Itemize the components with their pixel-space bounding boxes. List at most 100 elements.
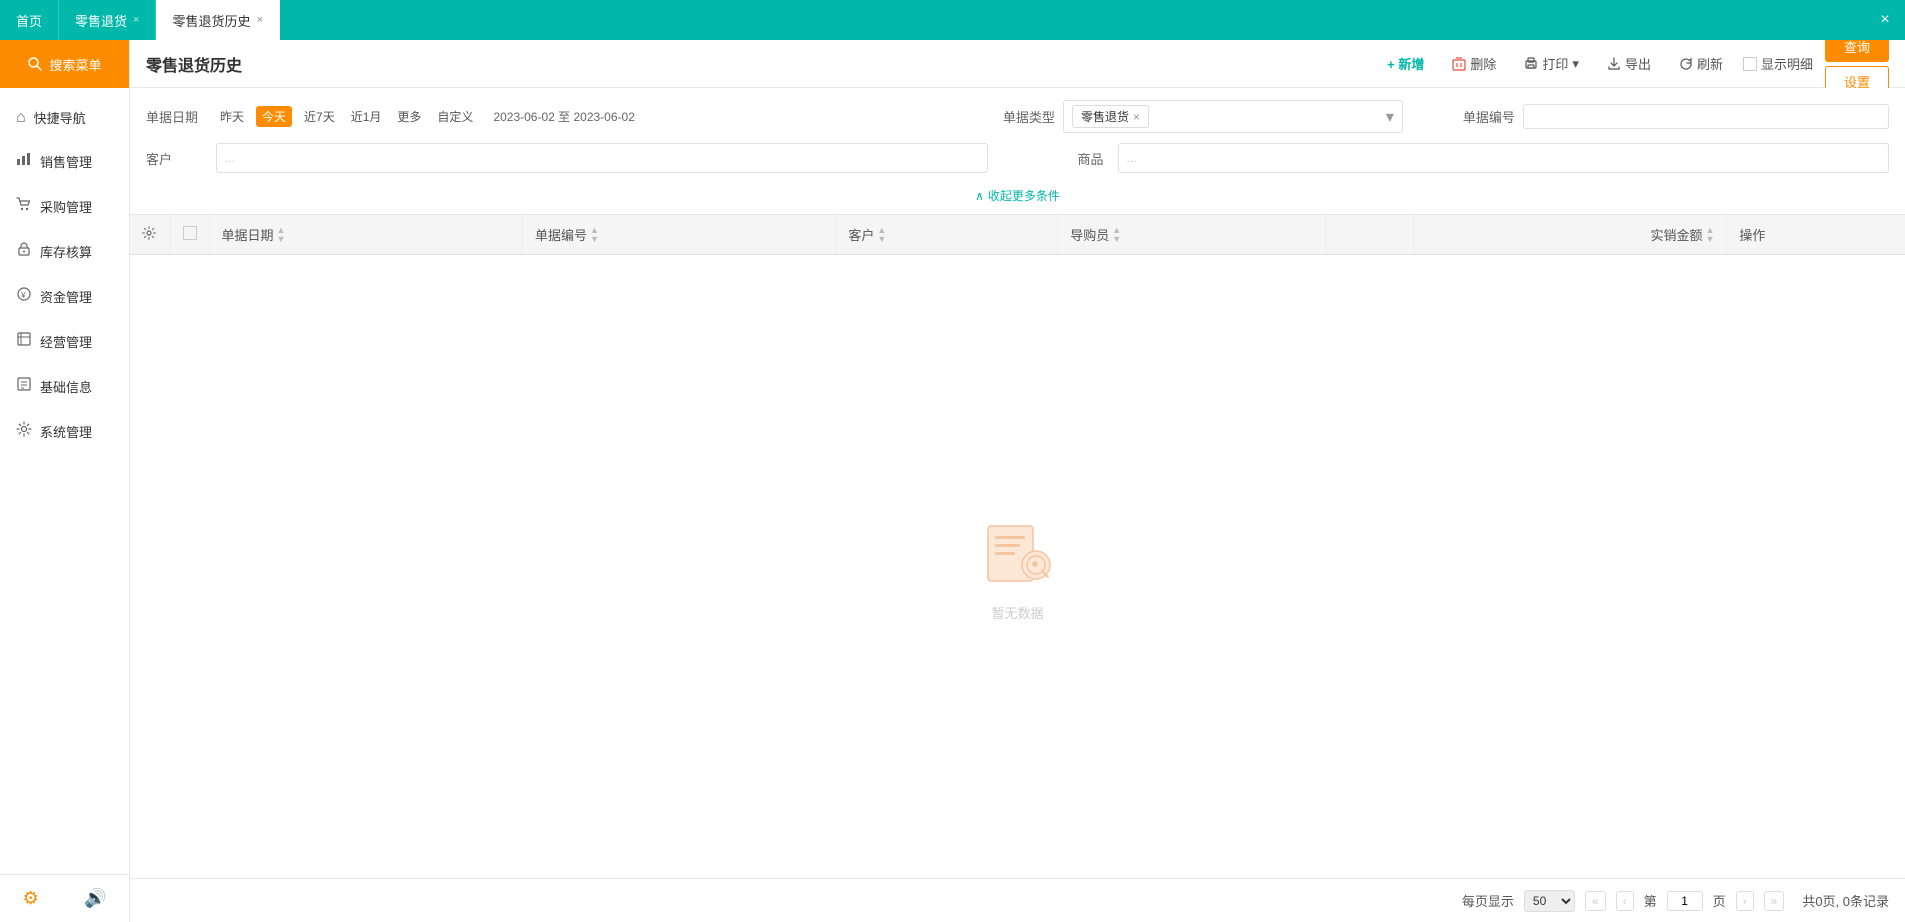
tab-return-label: 零售退货 <box>75 11 127 30</box>
number-filter-input[interactable] <box>1523 104 1889 129</box>
pagination-bar: 每页显示 50 20 100 200 « ‹ 第 页 › » 共0页, 0条记录 <box>130 878 1905 922</box>
date-option-yesterday[interactable]: 昨天 <box>216 106 248 127</box>
per-page-select[interactable]: 50 20 100 200 <box>1524 890 1575 912</box>
th-customer-sort[interactable]: 客户 ▲▼ <box>848 225 886 244</box>
collapse-label: 收起更多条件 <box>988 187 1060 204</box>
delete-icon <box>1452 57 1466 71</box>
page-label: 第 <box>1644 891 1657 910</box>
first-page-button[interactable]: « <box>1585 891 1606 911</box>
th-number: 单据编号 ▲▼ <box>522 215 835 255</box>
last-page-button[interactable]: » <box>1764 891 1785 911</box>
sidebar-item-purchase-mgmt[interactable]: 采购管理 <box>0 184 129 229</box>
customer-filter-input[interactable]: ... <box>216 143 988 173</box>
type-tag: 零售退货 × <box>1072 105 1149 128</box>
delete-label: 删除 <box>1470 54 1496 73</box>
new-button[interactable]: + 新增 <box>1379 50 1432 77</box>
th-guide-sort[interactable]: 导购员 ▲▼ <box>1070 225 1121 244</box>
sidebar-item-sales-mgmt[interactable]: 销售管理 <box>0 139 129 184</box>
table-wrap: 单据日期 ▲▼ 单据编号 ▲▼ 客户 <box>130 215 1905 878</box>
sidebar-item-basic-info[interactable]: 基础信息 <box>0 364 129 409</box>
display-detail: 显示明细 <box>1743 54 1813 73</box>
sidebar-item-sys-mgmt[interactable]: 系统管理 <box>0 409 129 454</box>
date-option-last7[interactable]: 近7天 <box>300 106 339 127</box>
sidebar-search[interactable]: 搜索菜单 <box>0 40 129 88</box>
export-icon <box>1607 57 1621 71</box>
tab-home[interactable]: 首页 <box>0 0 59 40</box>
sidebar-item-inventory[interactable]: 库存核算 <box>0 229 129 274</box>
print-icon <box>1524 57 1538 71</box>
goods-placeholder: ... <box>1127 151 1137 165</box>
data-table: 单据日期 ▲▼ 单据编号 ▲▼ 客户 <box>130 215 1905 255</box>
sidebar-item-label: 库存核算 <box>40 242 92 261</box>
top-bar: 首页 零售退货 × 零售退货历史 × × <box>0 0 1905 40</box>
collapse-icon: ∧ <box>975 189 984 203</box>
refresh-icon <box>1679 57 1693 71</box>
page-header: 零售退货历史 + 新增 删除 打印 ▾ 导出 刷新 <box>130 40 1905 88</box>
date-option-more[interactable]: 更多 <box>393 106 425 127</box>
tab-return-history[interactable]: 零售退货历史 × <box>156 0 279 40</box>
export-label: 导出 <box>1625 54 1651 73</box>
th-customer: 客户 ▲▼ <box>836 215 1058 255</box>
sidebar-item-operation[interactable]: 经营管理 <box>0 319 129 364</box>
goods-filter-label: 商品 <box>1078 149 1118 168</box>
th-guide: 导购员 ▲▼ <box>1058 215 1326 255</box>
collapse-bar[interactable]: ∧ 收起更多条件 <box>146 183 1889 206</box>
sidebar-item-label: 经营管理 <box>40 332 92 351</box>
sort-arrows-5: ▲▼ <box>1706 226 1715 244</box>
sort-arrows-4: ▲▼ <box>1112 226 1121 244</box>
sidebar-menu: ⌂ 快捷导航 销售管理 采购管理 库存核算 <box>0 88 129 874</box>
th-date-sort[interactable]: 单据日期 ▲▼ <box>222 225 286 244</box>
next-page-button[interactable]: › <box>1736 891 1754 911</box>
sidebar-item-quick-nav[interactable]: ⌂ 快捷导航 <box>0 96 129 139</box>
th-amount: 实销金额 ▲▼ <box>1413 215 1726 255</box>
sidebar-settings-button[interactable]: ⚙ <box>23 888 39 909</box>
display-detail-label: 显示明细 <box>1761 54 1813 73</box>
svg-text:¥: ¥ <box>20 291 26 300</box>
th-check[interactable] <box>170 215 209 255</box>
export-button[interactable]: 导出 <box>1599 50 1659 77</box>
th-gear[interactable] <box>130 215 170 255</box>
date-option-custom[interactable]: 自定义 <box>433 106 477 127</box>
goods-filter-input[interactable]: ... <box>1118 143 1890 173</box>
refresh-button[interactable]: 刷新 <box>1671 50 1731 77</box>
display-detail-checkbox[interactable] <box>1743 57 1757 71</box>
date-option-today[interactable]: 今天 <box>256 106 292 127</box>
tab-return[interactable]: 零售退货 × <box>59 0 156 40</box>
page-title: 零售退货历史 <box>146 52 242 76</box>
type-tag-close[interactable]: × <box>1133 110 1140 124</box>
th-spacer <box>1325 215 1413 255</box>
content-area: 零售退货历史 + 新增 删除 打印 ▾ 导出 刷新 <box>130 40 1905 922</box>
sidebar-audio-button[interactable]: 🔊 <box>84 888 106 909</box>
tab-return-close[interactable]: × <box>133 14 139 26</box>
filter-row-customer: 客户 ... 商品 ... <box>146 143 1889 173</box>
window-close-button[interactable]: × <box>1865 0 1905 40</box>
delete-button[interactable]: 删除 <box>1444 50 1504 77</box>
type-dropdown-icon[interactable]: ▾ <box>1386 107 1394 127</box>
sidebar-item-finance[interactable]: ¥ 资金管理 <box>0 274 129 319</box>
customer-filter-label: 客户 <box>146 149 216 168</box>
tab-home-label: 首页 <box>16 11 42 30</box>
page-input[interactable] <box>1667 891 1703 911</box>
th-number-sort[interactable]: 单据编号 ▲▼ <box>535 225 599 244</box>
check-all-checkbox[interactable] <box>183 226 197 240</box>
sidebar: 搜索菜单 ⌂ 快捷导航 销售管理 采购管理 <box>0 40 130 922</box>
print-button[interactable]: 打印 ▾ <box>1516 50 1587 77</box>
th-number-label: 单据编号 <box>535 225 587 244</box>
chart-icon <box>16 151 32 172</box>
sidebar-footer: ⚙ 🔊 <box>0 874 129 922</box>
type-filter-input[interactable]: 零售退货 × ▾ <box>1063 100 1403 133</box>
empty-icon <box>978 511 1058 591</box>
date-option-last1m[interactable]: 近1月 <box>347 106 386 127</box>
filter-row-date: 单据日期 昨天 今天 近7天 近1月 更多 自定义 2023-06-02 至 2… <box>146 100 1889 133</box>
empty-text: 暂无数据 <box>991 603 1043 622</box>
th-amount-sort[interactable]: 实销金额 ▲▼ <box>1650 225 1714 244</box>
lock-icon <box>16 241 32 262</box>
th-ops: 操作 <box>1727 215 1905 255</box>
sidebar-item-label: 资金管理 <box>40 287 92 306</box>
tab-return-history-close[interactable]: × <box>256 14 262 26</box>
sidebar-item-label: 销售管理 <box>40 152 92 171</box>
filter-area: 单据日期 昨天 今天 近7天 近1月 更多 自定义 2023-06-02 至 2… <box>130 88 1905 215</box>
prev-page-button[interactable]: ‹ <box>1616 891 1634 911</box>
query-button[interactable]: 查询 <box>1825 40 1889 62</box>
type-tag-label: 零售退货 <box>1081 108 1129 125</box>
